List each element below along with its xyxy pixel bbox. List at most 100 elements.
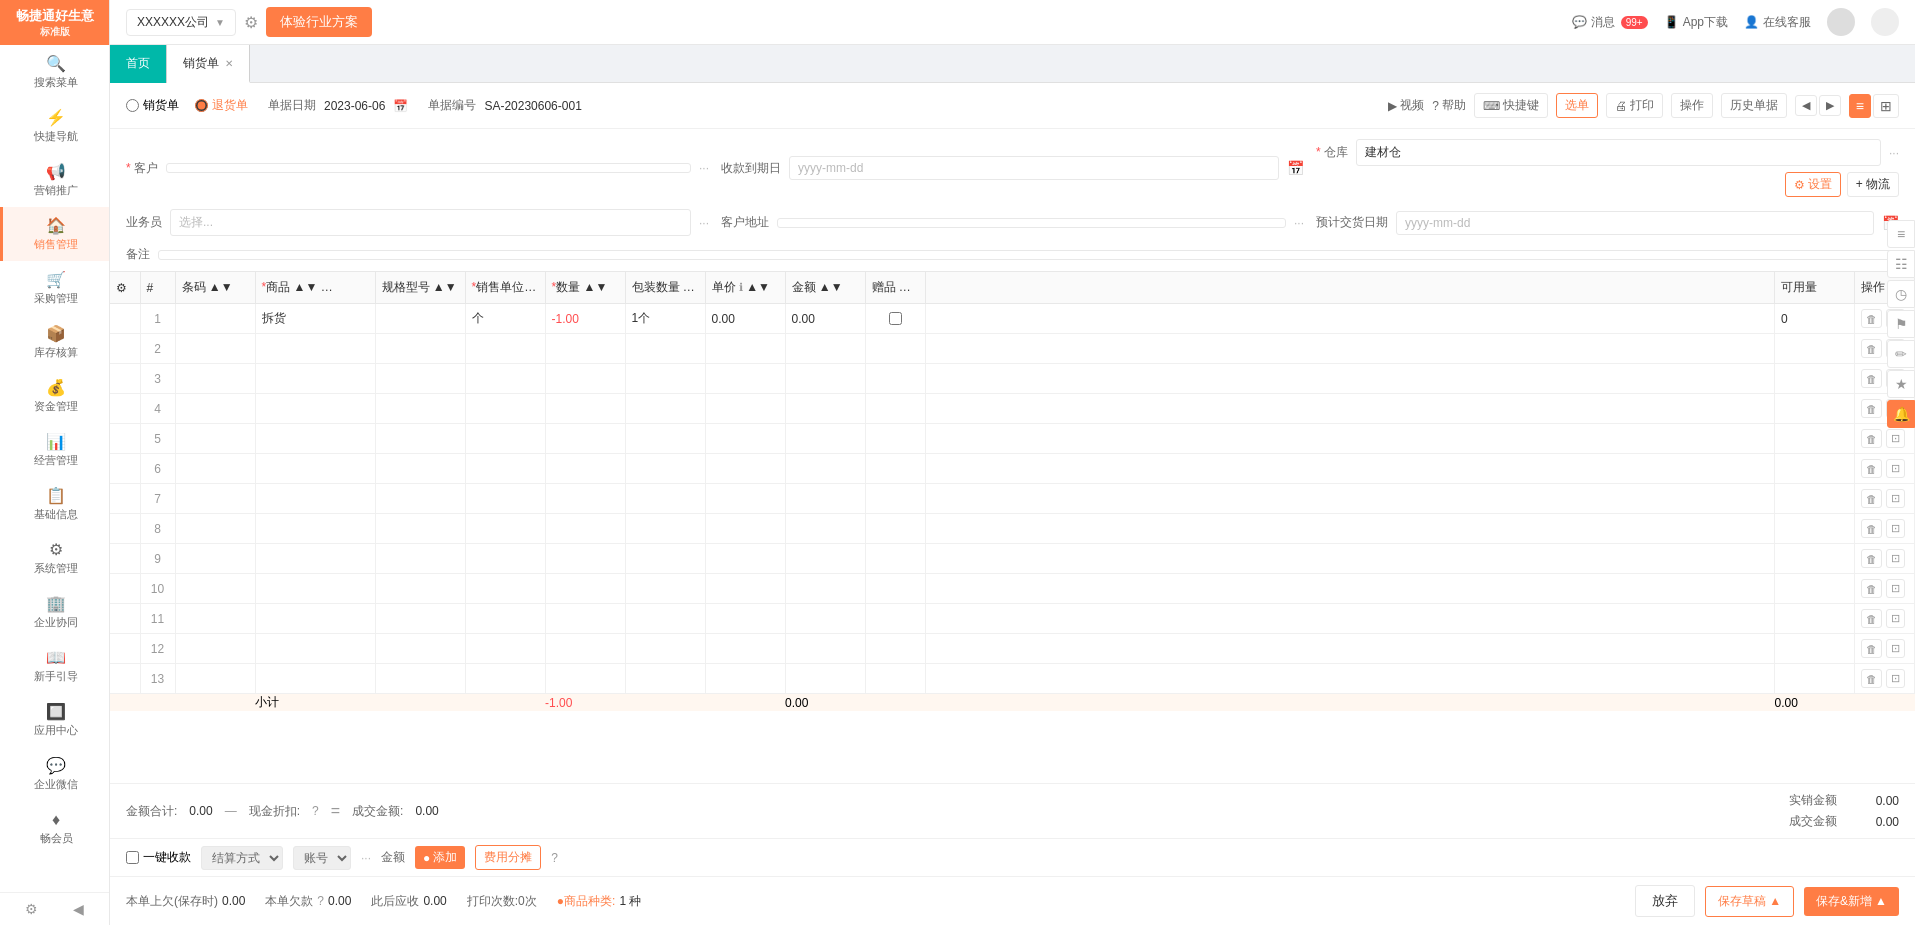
row-product-13[interactable] (255, 664, 375, 694)
rt-btn-6[interactable]: ★ (1887, 370, 1915, 398)
payment-account-select[interactable]: 账号 (293, 846, 351, 870)
row-ops-11[interactable]: 🗑 ⊡ (1855, 604, 1915, 634)
row-pack-4[interactable] (625, 394, 705, 424)
grid-view-btn[interactable]: ⊞ (1873, 94, 1899, 118)
row-unit-9[interactable] (465, 544, 545, 574)
row-price-9[interactable] (705, 544, 785, 574)
row-qty-7[interactable] (545, 484, 625, 514)
rt-btn-5[interactable]: ✏ (1887, 340, 1915, 368)
row-barcode-13[interactable] (175, 664, 255, 694)
due-date-input[interactable]: yyyy-mm-dd (789, 156, 1279, 180)
row-spec-5[interactable] (375, 424, 465, 454)
row-barcode-10[interactable] (175, 574, 255, 604)
shortcut-btn[interactable]: ⌨ 快捷键 (1474, 93, 1548, 118)
row-pack-10[interactable] (625, 574, 705, 604)
row-copy-btn-9[interactable]: ⊡ (1886, 549, 1905, 568)
row-amount-10[interactable] (785, 574, 865, 604)
scan-btn[interactable]: 扫码录入 (321, 278, 375, 297)
overdue-help-icon[interactable]: ? (317, 894, 324, 908)
sidebar-item-basic[interactable]: 📋 基础信息 (0, 477, 109, 531)
row-delete-btn-9[interactable]: 🗑 (1861, 549, 1882, 568)
row-qty-13[interactable] (545, 664, 625, 694)
row-spec-2[interactable] (375, 334, 465, 364)
payment-dots[interactable]: ··· (361, 851, 371, 865)
row-gift-8[interactable] (865, 514, 925, 544)
row-price-11[interactable] (705, 604, 785, 634)
prev-record-btn[interactable]: ◀ (1795, 95, 1817, 116)
radio-return-order[interactable]: 退货单 (195, 97, 248, 114)
row-gift-4[interactable] (865, 394, 925, 424)
row-product-1[interactable]: 拆货 (255, 304, 375, 334)
row-gift-11[interactable] (865, 604, 925, 634)
row-spec-9[interactable] (375, 544, 465, 574)
row-gift-3[interactable] (865, 364, 925, 394)
col-settings[interactable]: ⚙ (110, 272, 140, 304)
video-link[interactable]: ▶ 视频 (1388, 97, 1424, 114)
rt-btn-1[interactable]: ≡ (1887, 220, 1915, 248)
salesman-dots[interactable]: ··· (699, 216, 709, 230)
row-spec-10[interactable] (375, 574, 465, 604)
row-pack-12[interactable] (625, 634, 705, 664)
sidebar-item-search[interactable]: 🔍 搜索菜单 (0, 45, 109, 99)
row-barcode-9[interactable] (175, 544, 255, 574)
row-delete-btn-4[interactable]: 🗑 (1861, 399, 1882, 418)
row-ops-10[interactable]: 🗑 ⊡ (1855, 574, 1915, 604)
row-gift-10[interactable] (865, 574, 925, 604)
row-qty-1[interactable]: -1.00 (545, 304, 625, 334)
row-unit-8[interactable] (465, 514, 545, 544)
rt-btn-3[interactable]: ◷ (1887, 280, 1915, 308)
date-calendar-icon[interactable]: 📅 (393, 99, 408, 113)
next-record-btn[interactable]: ▶ (1819, 95, 1841, 116)
row-unit-12[interactable] (465, 634, 545, 664)
sidebar-item-enterprise[interactable]: 🏢 企业协同 (0, 585, 109, 639)
row-amount-4[interactable] (785, 394, 865, 424)
notes-input[interactable] (158, 250, 1899, 260)
row-pack-6[interactable] (625, 454, 705, 484)
setting-button[interactable]: ⚙ 设置 (1785, 172, 1841, 197)
row-ops-9[interactable]: 🗑 ⊡ (1855, 544, 1915, 574)
row-copy-btn-6[interactable]: ⊡ (1886, 459, 1905, 478)
help-link[interactable]: ? 帮助 (1432, 97, 1466, 114)
row-pack-7[interactable] (625, 484, 705, 514)
table-row[interactable]: 6 🗑 ⊡ (110, 454, 1915, 484)
row-spec-1[interactable] (375, 304, 465, 334)
row-ops-7[interactable]: 🗑 ⊡ (1855, 484, 1915, 514)
row-product-10[interactable] (255, 574, 375, 604)
operate-btn[interactable]: 操作 (1671, 93, 1713, 118)
row-ops-8[interactable]: 🗑 ⊡ (1855, 514, 1915, 544)
sidebar-item-purchase[interactable]: 🛒 采购管理 (0, 261, 109, 315)
row-spec-7[interactable] (375, 484, 465, 514)
row-product-5[interactable] (255, 424, 375, 454)
row-amount-13[interactable] (785, 664, 865, 694)
row-gift-9[interactable] (865, 544, 925, 574)
sidebar-item-apps[interactable]: 🔲 应用中心 (0, 693, 109, 747)
row-product-4[interactable] (255, 394, 375, 424)
row-gift-2[interactable] (865, 334, 925, 364)
row-price-8[interactable] (705, 514, 785, 544)
row-copy-btn-8[interactable]: ⊡ (1886, 519, 1905, 538)
tab-close-icon[interactable]: ✕ (225, 58, 233, 69)
row-delete-btn-13[interactable]: 🗑 (1861, 669, 1882, 688)
row-product-2[interactable] (255, 334, 375, 364)
sidebar-item-wechat[interactable]: 💬 企业微信 (0, 747, 109, 801)
row-qty-6[interactable] (545, 454, 625, 484)
app-download-action[interactable]: 📱 App下载 (1664, 14, 1728, 31)
row-pack-8[interactable] (625, 514, 705, 544)
customer-dots[interactable]: ··· (699, 161, 709, 175)
row-delete-btn-7[interactable]: 🗑 (1861, 489, 1882, 508)
row-price-5[interactable] (705, 424, 785, 454)
row-amount-1[interactable]: 0.00 (785, 304, 865, 334)
settings-bottom-icon[interactable]: ⚙ (25, 901, 38, 917)
sidebar-item-finance[interactable]: 💰 资金管理 (0, 369, 109, 423)
row-delete-btn-1[interactable]: 🗑 (1861, 309, 1882, 328)
row-delete-btn-11[interactable]: 🗑 (1861, 609, 1882, 628)
tab-home[interactable]: 首页 (110, 45, 167, 83)
row-qty-11[interactable] (545, 604, 625, 634)
row-delete-btn-8[interactable]: 🗑 (1861, 519, 1882, 538)
row-amount-9[interactable] (785, 544, 865, 574)
row-price-10[interactable] (705, 574, 785, 604)
col-amount[interactable]: 金额 ▲▼ (785, 272, 865, 304)
table-row[interactable]: 2 🗑 ⊡ (110, 334, 1915, 364)
row-product-8[interactable] (255, 514, 375, 544)
due-date-calendar-icon[interactable]: 📅 (1287, 160, 1304, 176)
